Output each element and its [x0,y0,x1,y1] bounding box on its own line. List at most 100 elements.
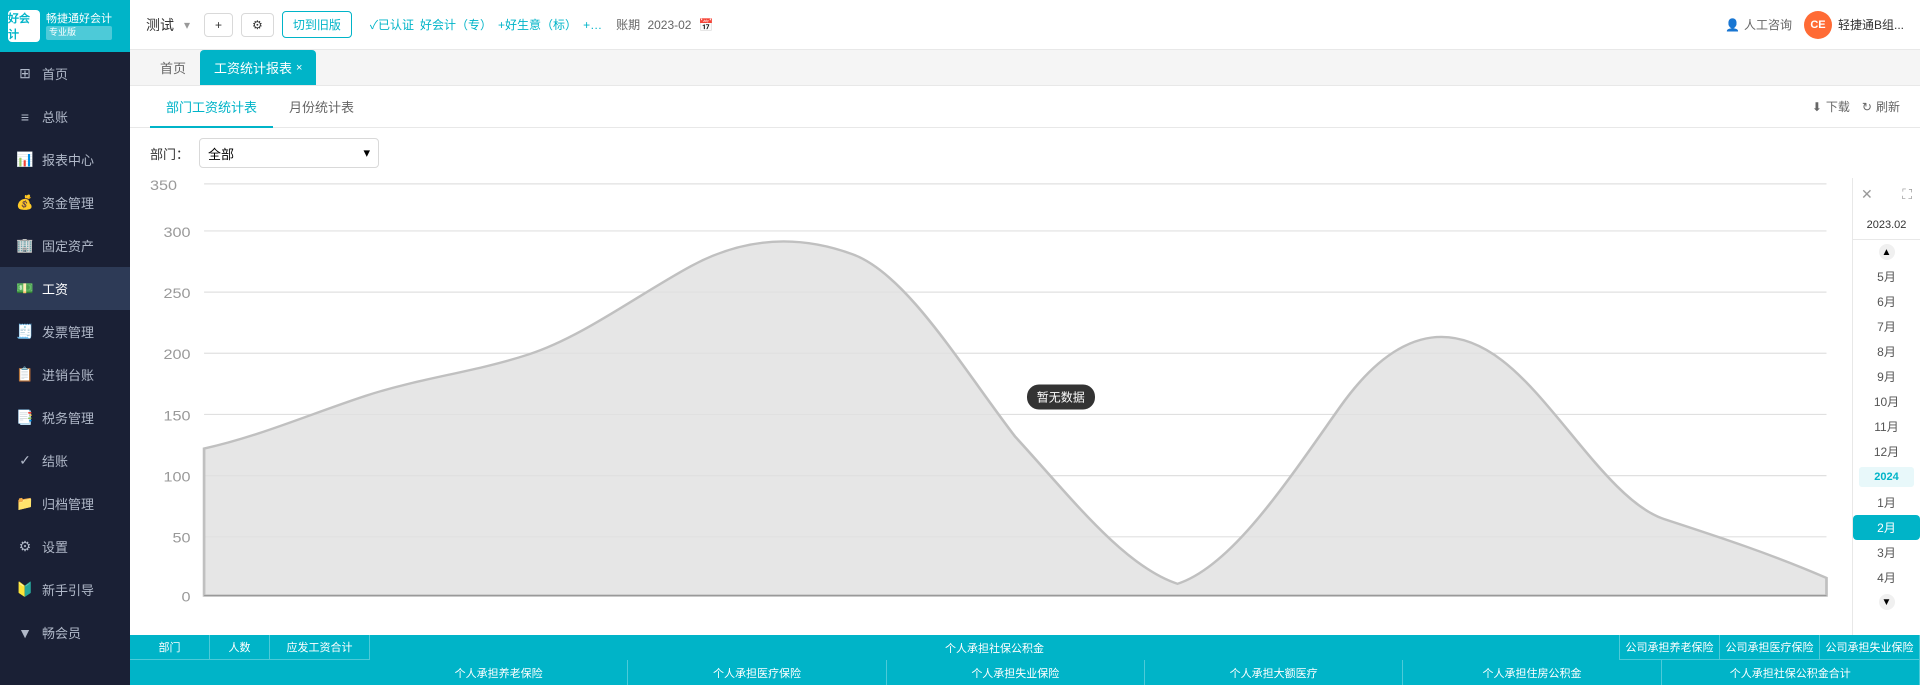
svg-text:300: 300 [164,225,191,241]
month-item-6[interactable]: 6月 [1853,289,1920,314]
status-product: 好会计（专） [420,16,492,33]
salary-icon: 💵 [16,280,34,297]
add-button[interactable]: + [204,13,233,37]
old-version-button[interactable]: 切到旧版 [282,11,352,38]
avatar: CE [1804,11,1832,39]
sub-tab-month[interactable]: 月份统计表 [273,87,370,128]
sidebar-item-member[interactable]: ▼ 畅会员 [0,611,130,654]
chart-area: 0 50 100 150 200 250 300 350 [130,178,1920,635]
settle-icon: ✓ [16,452,34,469]
refresh-button[interactable]: ↻ 刷新 [1862,98,1900,115]
sidebar-item-reports[interactable]: 📊 报表中心 [0,138,130,181]
year-2024-label[interactable]: 2024 [1859,467,1914,487]
download-icon: ⬇ [1812,100,1822,114]
table-header: 部门 人数 应发工资合计 个人承担社保公积金 公司承担养老保险 公司承担医疗保险 [130,635,1920,685]
sub-tab-dept[interactable]: 部门工资统计表 [150,87,273,128]
month-item-3[interactable]: 3月 [1853,540,1920,565]
sidebar-item-tax[interactable]: 📑 税务管理 [0,396,130,439]
year-up-button[interactable]: ▲ [1879,244,1895,260]
sidebar-item-funds[interactable]: 💰 资金管理 [0,181,130,224]
logo-text: 畅捷通好会计 专业版 [46,12,112,40]
sidebar-item-label: 资金管理 [42,193,94,212]
help-label: 人工咨询 [1744,16,1792,33]
tab-close-icon[interactable]: × [296,62,302,74]
sidebar-item-label: 报表中心 [42,150,94,169]
status-extra: +好生意（标） [498,16,577,33]
sidebar-item-label: 工资 [42,279,68,298]
th-company-unemp: 公司承担失业保险 [1820,635,1920,660]
month-item-8[interactable]: 8月 [1853,339,1920,364]
month-navigator: ▲ 5月 6月 7月 8月 9月 10月 11月 12月 2024 1月 2月 … [1853,240,1920,635]
dept-filter-select[interactable]: 全部 ▾ [199,138,379,168]
svg-text:150: 150 [164,408,191,424]
sidebar-item-assets[interactable]: 🏢 固定资产 [0,224,130,267]
sidebar-item-salary[interactable]: 💵 工资 [0,267,130,310]
sidebar-item-settings[interactable]: ⚙ 设置 [0,525,130,568]
download-button[interactable]: ⬇ 下载 [1812,98,1850,115]
month-item-9[interactable]: 9月 [1853,364,1920,389]
invoice-icon: 🧾 [16,323,34,340]
sidebar-item-label: 结账 [42,451,68,470]
username: 轻捷通B组... [1838,16,1904,33]
sidebar-item-label: 设置 [42,537,68,556]
year-nav-up: ▲ [1853,240,1920,264]
sub-tabs: 部门工资统计表 月份统计表 ⬇ 下载 ↻ 刷新 [130,86,1920,128]
sidebar-item-archive[interactable]: 📁 归档管理 [0,482,130,525]
month-item-12[interactable]: 12月 [1853,439,1920,464]
calendar-icon[interactable]: 📅 [699,18,714,32]
th-company-medical: 公司承担医疗保险 [1720,635,1820,660]
month-item-10[interactable]: 10月 [1853,389,1920,414]
sidebar-item-settle[interactable]: ✓ 结账 [0,439,130,482]
th-personal-group-label: 个人承担社保公积金 [945,640,1044,656]
user-menu[interactable]: CE 轻捷通B组... [1804,11,1904,39]
sidebar-item-label: 固定资产 [42,236,94,255]
avatar-text: CE [1810,19,1825,31]
th-company-medical-label: 公司承担医疗保险 [1726,639,1814,655]
panel-close-icon[interactable]: ✕ [1859,184,1875,205]
sidebar-item-ledger[interactable]: ≡ 总账 [0,95,130,138]
chart-with-panel: 0 50 100 150 200 250 300 350 [130,178,1920,635]
th-personal-total: 个人承担社保公积金合计 [1662,660,1920,685]
month-item-11[interactable]: 11月 [1853,414,1920,439]
tab-salary-report[interactable]: 工资统计报表 × [200,50,316,85]
help-button[interactable]: 👤 人工咨询 [1725,16,1792,33]
sidebar-item-invoice[interactable]: 🧾 发票管理 [0,310,130,353]
tab-home-label: 首页 [160,58,186,77]
year-nav-down: ▼ [1853,590,1920,614]
month-item-5[interactable]: 5月 [1853,264,1920,289]
svg-text:50: 50 [173,531,191,547]
tab-home[interactable]: 首页 [146,50,200,85]
sidebar-item-home[interactable]: ⊞ 首页 [0,52,130,95]
th-personal-housing-label: 个人承担住房公积金 [1482,665,1581,681]
th-personal-large-med: 个人承担大额医疗 [1145,660,1403,685]
th-count-label: 人数 [229,639,251,655]
th-dept-label: 部门 [159,639,181,655]
period-label: 账期 [616,18,640,32]
sub-tab-actions: ⬇ 下载 ↻ 刷新 [1812,98,1900,115]
th-personal-medical: 个人承担医疗保险 [628,660,886,685]
topbar-actions: + ⚙ 切到旧版 [204,11,352,38]
panel-expand-icon[interactable]: ⛶ [1900,184,1914,205]
year-down-button[interactable]: ▼ [1879,594,1895,610]
month-item-7[interactable]: 7月 [1853,314,1920,339]
home-icon: ⊞ [16,65,34,82]
svg-text:200: 200 [164,347,191,363]
month-item-2-active[interactable]: 2月 [1853,515,1920,540]
sidebar-item-guide[interactable]: 🔰 新手引导 [0,568,130,611]
topbar-period: 账期 2023-02 📅 [616,16,714,33]
period-display: 2023.02 [1853,211,1920,240]
month-item-4[interactable]: 4月 [1853,565,1920,590]
help-icon: 👤 [1725,18,1740,32]
sidebar-item-sales[interactable]: 📋 进销台账 [0,353,130,396]
topbar-dropdown-icon[interactable]: ▾ [184,18,190,32]
sidebar-navigation: ⊞ 首页 ≡ 总账 📊 报表中心 💰 资金管理 🏢 固定资产 💵 工资 🧾 发票… [0,52,130,685]
tab-salary-label: 工资统计报表 [214,58,292,77]
filter-label: 部门： [150,144,189,163]
month-item-1[interactable]: 1月 [1853,490,1920,515]
settings-button[interactable]: ⚙ [241,13,274,37]
svg-text:0: 0 [182,589,191,605]
th-personal-total-label: 个人承担社保公积金合计 [1730,665,1851,681]
content-area: 部门工资统计表 月份统计表 ⬇ 下载 ↻ 刷新 部门： 全部 ▾ [130,86,1920,685]
filter-value: 全部 [208,144,234,163]
th-company-pension: 公司承担养老保险 [1620,635,1720,660]
